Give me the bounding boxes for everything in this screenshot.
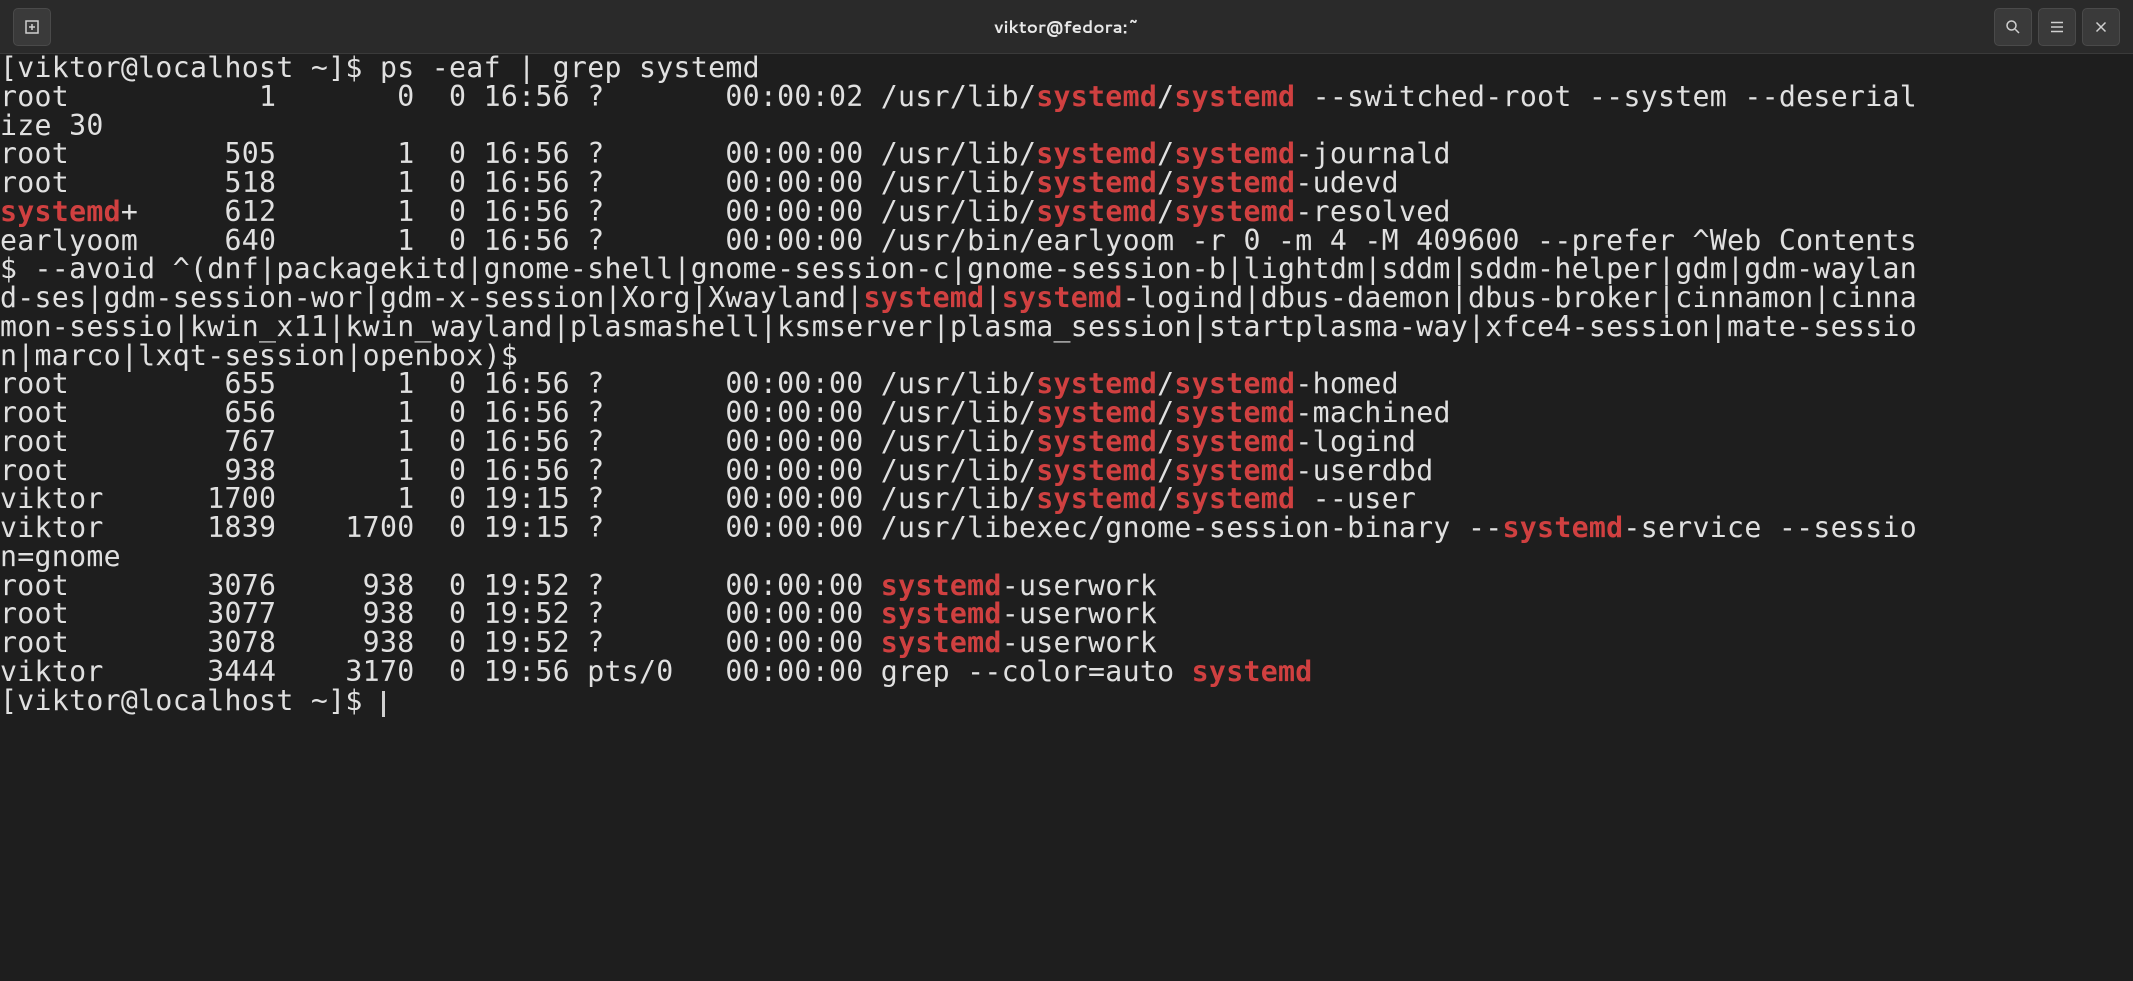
search-button[interactable] bbox=[1994, 8, 2032, 46]
new-tab-button[interactable] bbox=[13, 8, 51, 46]
menu-button[interactable] bbox=[2038, 8, 2076, 46]
terminal-output[interactable]: [viktor@localhost ~]$ ps -eaf | grep sys… bbox=[0, 54, 2133, 717]
titlebar: viktor@fedora:~ bbox=[0, 0, 2133, 54]
titlebar-left-group bbox=[10, 8, 54, 46]
cursor bbox=[382, 691, 385, 717]
window-title: viktor@fedora:~ bbox=[994, 15, 1139, 39]
titlebar-right-group bbox=[1991, 8, 2123, 46]
close-button[interactable] bbox=[2082, 8, 2120, 46]
